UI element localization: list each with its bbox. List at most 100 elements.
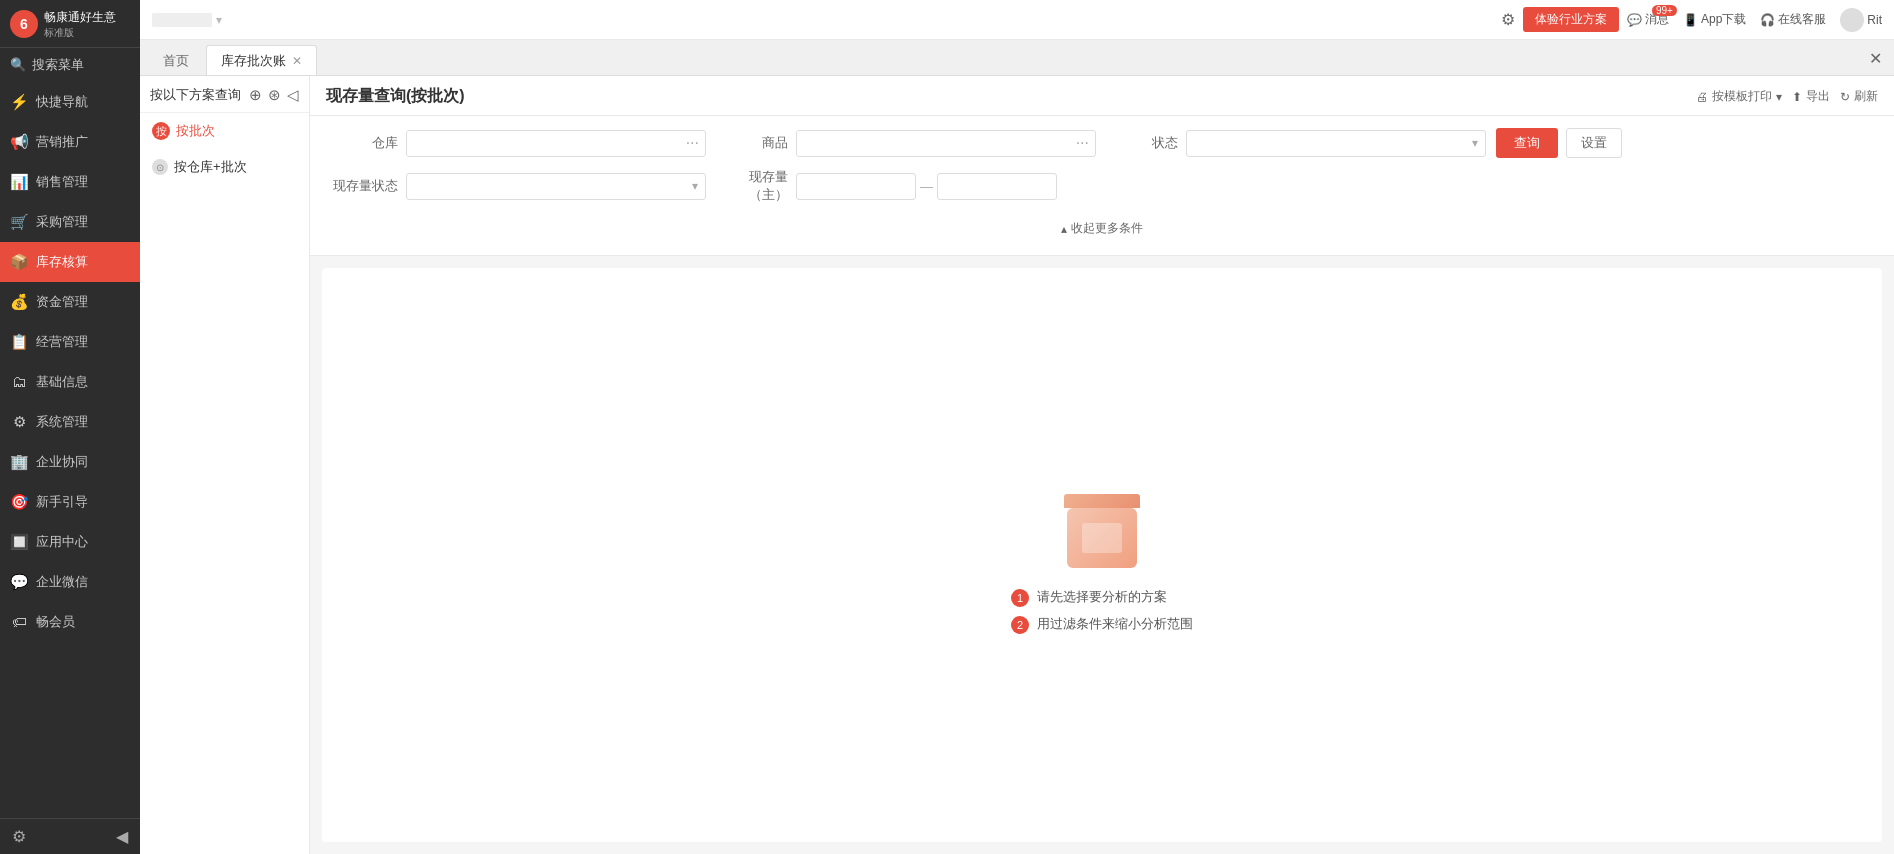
collapse-panel-icon[interactable]: ◁ bbox=[287, 86, 299, 104]
sidebar-item-wechat[interactable]: 💬 企业微信 bbox=[0, 562, 140, 602]
tab-home-label: 首页 bbox=[163, 52, 189, 70]
sidebar-item-marketing[interactable]: 📢 营销推广 bbox=[0, 122, 140, 162]
tab-home[interactable]: 首页 bbox=[148, 45, 204, 75]
topbar: ▾ ⚙ 体验行业方案 💬 消息 99+ 📱 App下载 🎧 在线客服 Rit bbox=[140, 0, 1894, 40]
inventory-qty-to-input[interactable] bbox=[937, 173, 1057, 200]
refresh-btn[interactable]: ↻ 刷新 bbox=[1840, 88, 1878, 105]
system-icon: ⚙ bbox=[10, 413, 28, 431]
sidebar-item-apps[interactable]: 🔲 应用中心 bbox=[0, 522, 140, 562]
online-service-label: 在线客服 bbox=[1778, 11, 1826, 28]
collapse-sidebar-icon[interactable]: ◀ bbox=[116, 827, 128, 846]
warehouse-input[interactable] bbox=[407, 131, 680, 156]
print-template-btn[interactable]: 🖨 按模板打印 ▾ bbox=[1696, 88, 1782, 105]
query-button[interactable]: 查询 bbox=[1496, 128, 1558, 158]
trial-btn[interactable]: 体验行业方案 bbox=[1523, 7, 1619, 32]
inventory-status-label: 现存量状态 bbox=[326, 177, 406, 195]
plan-settings-icon[interactable]: ⊛ bbox=[268, 86, 281, 104]
sidebar-item-quicknav[interactable]: ⚡ 快捷导航 bbox=[0, 82, 140, 122]
right-panel: 现存量查询(按批次) 🖨 按模板打印 ▾ ⬆ 导出 ↻ 刷新 bbox=[310, 76, 1894, 854]
sidebar-item-finance[interactable]: 💰 资金管理 bbox=[0, 282, 140, 322]
tab-close-icon[interactable]: ✕ bbox=[292, 54, 302, 68]
sidebar-item-label: 采购管理 bbox=[36, 213, 88, 231]
step-1-text: 请先选择要分析的方案 bbox=[1037, 588, 1167, 606]
sidebar-item-label: 畅会员 bbox=[36, 613, 75, 631]
app-download-icon: 📱 bbox=[1683, 13, 1698, 27]
empty-step-1: 1 请先选择要分析的方案 bbox=[1011, 588, 1193, 607]
messages-button[interactable]: 💬 消息 99+ bbox=[1627, 11, 1669, 28]
product-input[interactable] bbox=[797, 131, 1070, 156]
print-chevron-icon: ▾ bbox=[1776, 90, 1782, 104]
empty-box bbox=[1067, 508, 1137, 568]
member-icon: 🏷 bbox=[10, 613, 28, 631]
sidebar-item-system[interactable]: ⚙ 系统管理 bbox=[0, 402, 140, 442]
page-title: 现存量查询(按批次) bbox=[326, 86, 465, 107]
sidebar-item-operation[interactable]: 📋 经营管理 bbox=[0, 322, 140, 362]
page-title-bar: 现存量查询(按批次) 🖨 按模板打印 ▾ ⬆ 导出 ↻ 刷新 bbox=[310, 76, 1894, 116]
topbar-settings-icon[interactable]: ⚙ bbox=[1501, 10, 1515, 29]
enterprise-icon: 🏢 bbox=[10, 453, 28, 471]
wechat-icon: 💬 bbox=[10, 573, 28, 591]
page-title-actions: 🖨 按模板打印 ▾ ⬆ 导出 ↻ 刷新 bbox=[1696, 88, 1878, 105]
step-2-text: 用过滤条件来缩小分析范围 bbox=[1037, 615, 1193, 633]
warehouse-field: 仓库 ··· bbox=[326, 130, 706, 157]
sidebar-item-enterprise[interactable]: 🏢 企业协同 bbox=[0, 442, 140, 482]
export-btn[interactable]: ⬆ 导出 bbox=[1792, 88, 1830, 105]
plan-item-by-batch[interactable]: 按 按批次 bbox=[140, 113, 309, 149]
status-select[interactable]: 正常 停用 bbox=[1186, 130, 1486, 157]
search-icon: 🔍 bbox=[10, 57, 26, 72]
app-download-button[interactable]: 📱 App下载 bbox=[1683, 11, 1746, 28]
step-1-num: 1 bbox=[1011, 589, 1029, 607]
inventory-icon: 📦 bbox=[10, 253, 28, 271]
filter-row-1: 仓库 ··· 商品 ··· 状态 bbox=[326, 128, 1878, 158]
sidebar-item-member[interactable]: 🏷 畅会员 bbox=[0, 602, 140, 642]
sidebar-item-label: 营销推广 bbox=[36, 133, 88, 151]
sidebar-item-label: 经营管理 bbox=[36, 333, 88, 351]
product-label: 商品 bbox=[716, 134, 796, 152]
warehouse-dots[interactable]: ··· bbox=[680, 134, 705, 152]
inventory-status-field: 现存量状态 全部 有库存 无库存 ▾ bbox=[326, 173, 706, 200]
sidebar-item-label: 销售管理 bbox=[36, 173, 88, 191]
user-menu[interactable]: Rit bbox=[1840, 8, 1882, 32]
tabs-right-close-icon[interactable]: ✕ bbox=[1869, 48, 1882, 67]
product-dots[interactable]: ··· bbox=[1070, 134, 1095, 152]
finance-icon: 💰 bbox=[10, 293, 28, 311]
sidebar-item-label: 快捷导航 bbox=[36, 93, 88, 111]
empty-illustration bbox=[1052, 468, 1152, 568]
collapse-label: 收起更多条件 bbox=[1071, 220, 1143, 237]
breadcrumb: ▾ bbox=[152, 13, 222, 27]
sidebar-search-label: 搜索菜单 bbox=[32, 56, 84, 74]
tab-inventory-batch-label: 库存批次账 bbox=[221, 52, 286, 70]
inventory-status-select[interactable]: 全部 有库存 无库存 bbox=[406, 173, 706, 200]
sidebar-bottom: ⚙ ◀ bbox=[0, 818, 140, 854]
empty-state: 1 请先选择要分析的方案 2 用过滤条件来缩小分析范围 bbox=[322, 268, 1882, 842]
app-download-label: App下载 bbox=[1701, 11, 1746, 28]
sidebar-item-purchase[interactable]: 🛒 采购管理 bbox=[0, 202, 140, 242]
plan-label: 按仓库+批次 bbox=[174, 158, 247, 176]
tab-inventory-batch[interactable]: 库存批次账 ✕ bbox=[206, 45, 317, 75]
status-field: 状态 正常 停用 ▾ bbox=[1106, 130, 1486, 157]
sidebar-item-inventory[interactable]: 📦 库存核算 bbox=[0, 242, 140, 282]
sidebar-item-label: 库存核算 bbox=[36, 253, 88, 271]
sidebar-search[interactable]: 🔍 搜索菜单 bbox=[0, 48, 140, 82]
plan-item-by-warehouse-batch[interactable]: ⊙ 按仓库+批次 bbox=[140, 149, 309, 185]
empty-step-2: 2 用过滤条件来缩小分析范围 bbox=[1011, 615, 1193, 634]
warehouse-label: 仓库 bbox=[326, 134, 406, 152]
sidebar-item-basic[interactable]: 🗂 基础信息 bbox=[0, 362, 140, 402]
collapse-more[interactable]: ▴ 收起更多条件 bbox=[326, 214, 1878, 243]
inventory-qty-from-input[interactable] bbox=[796, 173, 916, 200]
sidebar-item-sales[interactable]: 📊 销售管理 bbox=[0, 162, 140, 202]
settings-button[interactable]: 设置 bbox=[1566, 128, 1622, 158]
plan-list: 按 按批次 ⊙ 按仓库+批次 bbox=[140, 113, 309, 854]
messages-icon: 💬 bbox=[1627, 13, 1642, 27]
sidebar-item-newbie[interactable]: 🎯 新手引导 bbox=[0, 482, 140, 522]
breadcrumb-chevron-icon: ▾ bbox=[216, 13, 222, 27]
sidebar-item-label: 新手引导 bbox=[36, 493, 88, 511]
main-area: ▾ ⚙ 体验行业方案 💬 消息 99+ 📱 App下载 🎧 在线客服 Rit bbox=[140, 0, 1894, 854]
inventory-qty-field: 现存量（主） — bbox=[716, 168, 1096, 204]
user-avatar bbox=[1840, 8, 1864, 32]
tabs-bar: 首页 库存批次账 ✕ ✕ bbox=[140, 40, 1894, 76]
online-service-button[interactable]: 🎧 在线客服 bbox=[1760, 11, 1826, 28]
add-plan-icon[interactable]: ⊕ bbox=[249, 86, 262, 104]
settings-bottom-icon[interactable]: ⚙ bbox=[12, 827, 26, 846]
printer-icon: 🖨 bbox=[1696, 90, 1708, 104]
